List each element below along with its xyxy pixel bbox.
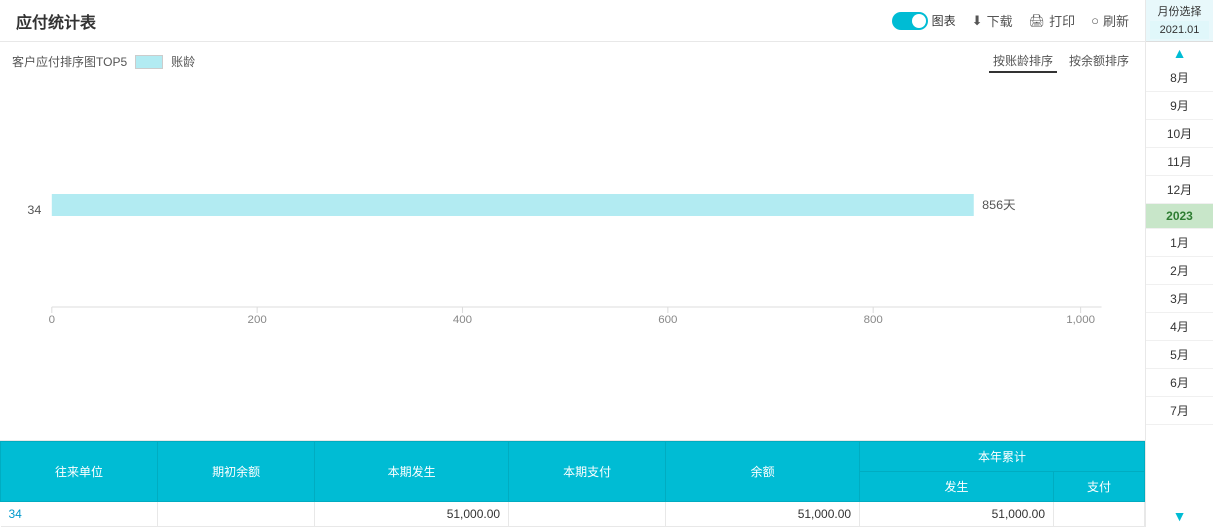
- sidebar-item-2023[interactable]: 2023: [1146, 204, 1213, 229]
- svg-text:400: 400: [453, 314, 472, 326]
- sidebar-item-aug[interactable]: 8月: [1146, 64, 1213, 92]
- sidebar-header: 月份选择: [1146, 0, 1213, 42]
- sort-by-balance-button[interactable]: 按余额排序: [1065, 50, 1133, 73]
- print-button[interactable]: 🖨 打印: [1029, 11, 1076, 30]
- cell-pay: [509, 502, 666, 527]
- svg-text:1,000: 1,000: [1066, 314, 1095, 326]
- sidebar-item-mar[interactable]: 3月: [1146, 285, 1213, 313]
- sort-by-amount-button[interactable]: 按账龄排序: [989, 50, 1057, 73]
- header: 应付统计表 图表 ⬇ 下载 🖨 打印 ○ 刷新: [0, 0, 1145, 42]
- download-button[interactable]: ⬇ 下载: [972, 11, 1013, 30]
- date-input[interactable]: [1150, 21, 1209, 39]
- svg-text:34: 34: [27, 203, 41, 217]
- col-group-year: 本年累计: [860, 442, 1145, 472]
- cell-opening: [158, 502, 315, 527]
- page-title: 应付统计表: [16, 9, 892, 33]
- svg-text:856天: 856天: [982, 198, 1015, 212]
- unit-link[interactable]: 34: [9, 507, 22, 521]
- sidebar-item-sep[interactable]: 9月: [1146, 92, 1213, 120]
- scroll-down-button[interactable]: ▼: [1146, 505, 1213, 527]
- svg-text:200: 200: [248, 314, 267, 326]
- refresh-button[interactable]: ○ 刷新: [1091, 11, 1129, 30]
- month-sidebar: 月份选择 ▲ 8月 9月 10月 11月 12月 2023 1月 2月 3月 4…: [1145, 0, 1213, 527]
- svg-text:600: 600: [658, 314, 677, 326]
- sidebar-item-apr[interactable]: 4月: [1146, 313, 1213, 341]
- chart-toggle-wrap[interactable]: 图表: [892, 12, 956, 30]
- col-unit: 往来单位: [1, 442, 158, 502]
- col-year-occur: 发生: [860, 472, 1054, 502]
- table-header-row-1: 往来单位 期初余额 本期发生 本期支付 余额 本年累计: [1, 442, 1145, 472]
- sidebar-item-jan[interactable]: 1月: [1146, 229, 1213, 257]
- sidebar-item-oct[interactable]: 10月: [1146, 120, 1213, 148]
- svg-text:0: 0: [49, 314, 55, 326]
- chart-area: 客户应付排序图TOP5 账龄 按账龄排序 按余额排序 34 856天 0: [0, 42, 1145, 440]
- scroll-up-button[interactable]: ▲: [1146, 42, 1213, 64]
- chart-svg: 34 856天 0 200 400 600 800 1,000: [12, 79, 1133, 339]
- legend-box: [135, 55, 163, 69]
- sidebar-item-jul[interactable]: 7月: [1146, 397, 1213, 425]
- chart-header: 客户应付排序图TOP5 账龄 按账龄排序 按余额排序: [12, 50, 1133, 73]
- col-occur: 本期发生: [315, 442, 509, 502]
- cell-balance: 51,000.00: [666, 502, 860, 527]
- chart-legend: 客户应付排序图TOP5 账龄: [12, 53, 195, 70]
- table-row: 34 51,000.00 51,000.00 51,000.00: [1, 502, 1145, 527]
- legend-text: 客户应付排序图TOP5: [12, 53, 127, 70]
- col-year-pay: 支付: [1054, 472, 1145, 502]
- table-area: 往来单位 期初余额 本期发生 本期支付 余额 本年累计 发生 支付 34 51,…: [0, 440, 1145, 527]
- col-opening: 期初余额: [158, 442, 315, 502]
- col-pay: 本期支付: [509, 442, 666, 502]
- print-icon: 🖨: [1029, 13, 1046, 29]
- sidebar-item-may[interactable]: 5月: [1146, 341, 1213, 369]
- cell-occur: 51,000.00: [315, 502, 509, 527]
- header-actions: 图表 ⬇ 下载 🖨 打印 ○ 刷新: [892, 11, 1129, 30]
- sidebar-item-feb[interactable]: 2月: [1146, 257, 1213, 285]
- data-table: 往来单位 期初余额 本期发生 本期支付 余额 本年累计 发生 支付 34 51,…: [0, 441, 1145, 527]
- sidebar-item-dec[interactable]: 12月: [1146, 176, 1213, 204]
- toggle-label: 图表: [932, 12, 956, 29]
- sidebar-item-jun[interactable]: 6月: [1146, 369, 1213, 397]
- sort-buttons: 按账龄排序 按余额排序: [989, 50, 1133, 73]
- cell-year-pay: [1054, 502, 1145, 527]
- sidebar-title: 月份选择: [1150, 3, 1209, 19]
- month-list: 8月 9月 10月 11月 12月 2023 1月 2月 3月 4月 5月 6月…: [1146, 64, 1213, 505]
- cell-unit: 34: [1, 502, 158, 527]
- legend-box-label: 账龄: [171, 53, 195, 70]
- refresh-icon: ○: [1091, 13, 1099, 28]
- sidebar-item-nov[interactable]: 11月: [1146, 148, 1213, 176]
- download-icon: ⬇: [972, 13, 983, 29]
- col-balance: 余额: [666, 442, 860, 502]
- svg-text:800: 800: [864, 314, 883, 326]
- bar-chart: 34 856天 0 200 400 600 800 1,000: [12, 79, 1133, 339]
- chart-toggle[interactable]: [892, 12, 928, 30]
- cell-year-occur: 51,000.00: [860, 502, 1054, 527]
- bar-rect: [52, 194, 974, 216]
